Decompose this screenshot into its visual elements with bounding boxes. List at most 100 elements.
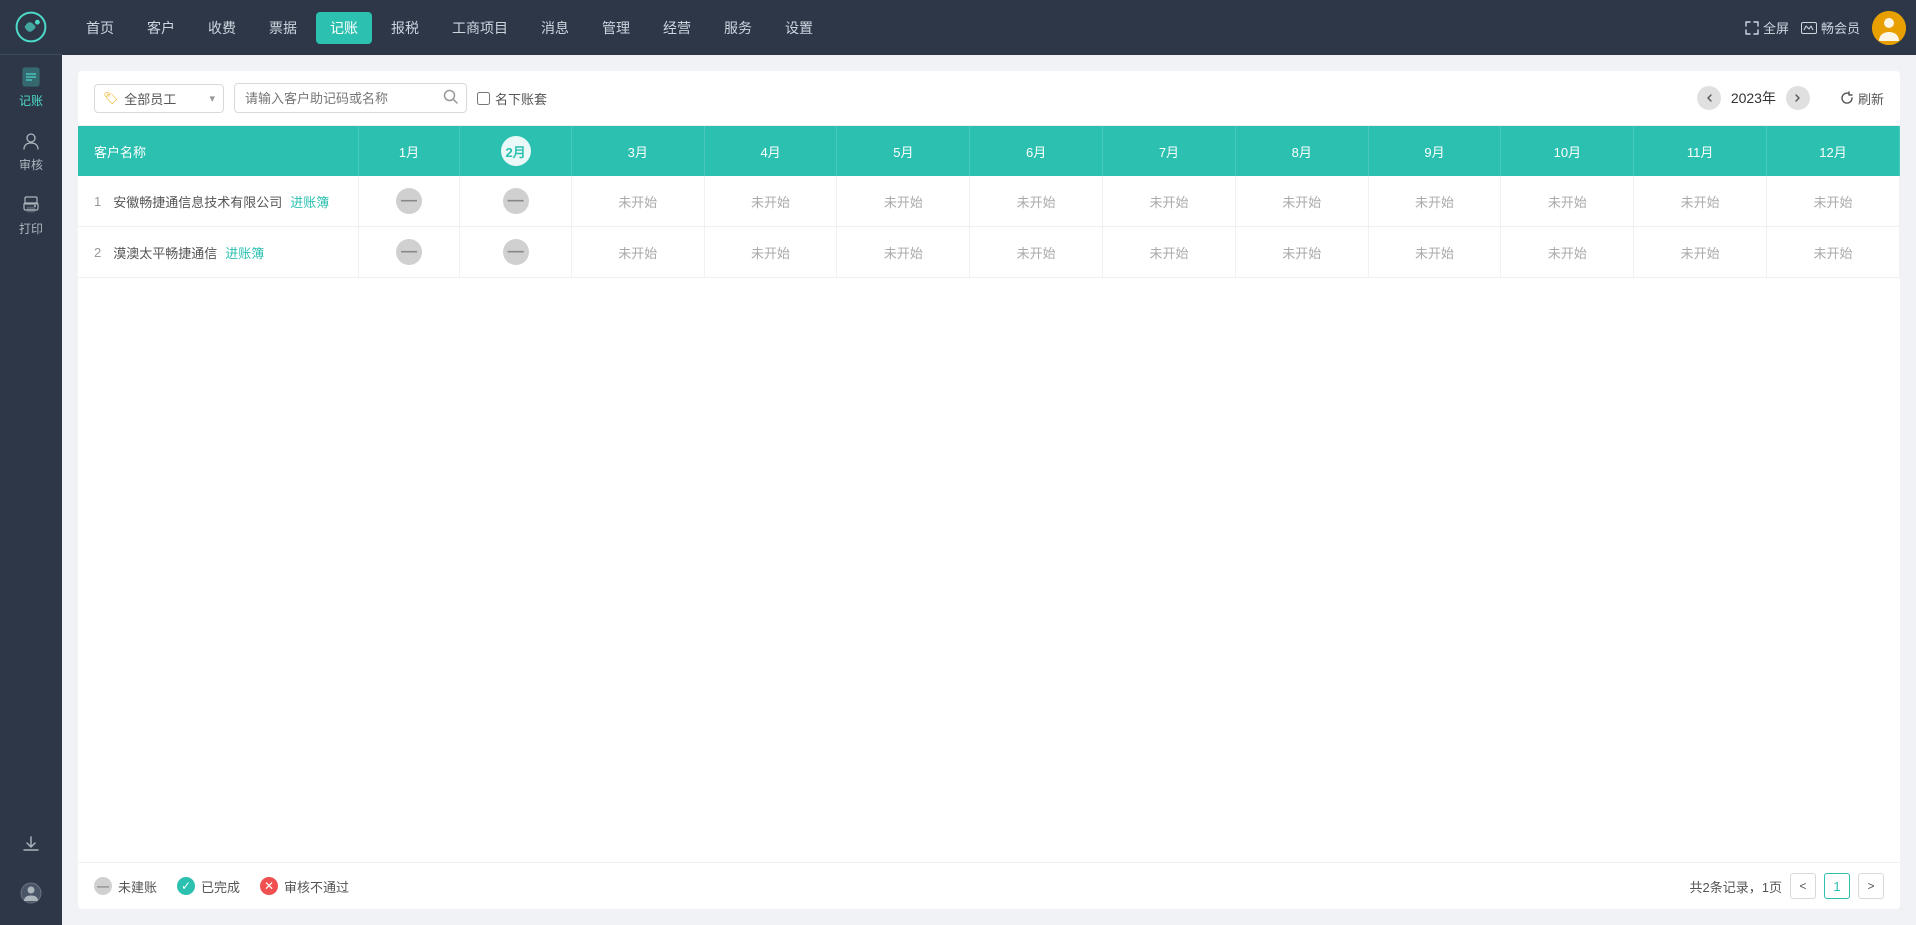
row2-oct: 未开始 <box>1501 227 1634 278</box>
vip-icon <box>1801 22 1817 34</box>
col-feb: 2月 <box>460 126 571 176</box>
col-jan: 1月 <box>358 126 460 176</box>
row1-mar: 未开始 <box>571 176 704 227</box>
user-avatar-icon <box>16 881 46 905</box>
sidebar-bottom <box>0 822 62 925</box>
search-box <box>234 83 467 113</box>
row1-dec: 未开始 <box>1767 176 1900 227</box>
row2-mar: 未开始 <box>571 227 704 278</box>
footer: — 未建账 ✓ 已完成 ✕ 审核不通过 共2条记录，1页 < 1 > <box>78 862 1900 909</box>
search-input[interactable] <box>235 86 435 111</box>
sidebar-label-dayin: 打印 <box>19 220 43 237</box>
data-table: 客户名称 1月 2月 3月 4月 5月 6月 7月 8月 9月 10月 11月 <box>78 126 1900 278</box>
employee-select[interactable]: 🏷 全部员工 ▾ <box>94 84 224 113</box>
sidebar-item-shenhe[interactable]: 审核 <box>0 119 62 183</box>
legend-teal-dot: ✓ <box>177 877 195 895</box>
user-avatar[interactable] <box>1872 11 1906 45</box>
row2-jul: 未开始 <box>1103 227 1236 278</box>
col-mar: 3月 <box>571 126 704 176</box>
minxia-label: 名下账套 <box>495 89 547 108</box>
top-nav: 首页 客户 收费 票据 记账 报税 工商项目 消息 管理 经营 服务 设置 全屏… <box>62 0 1916 55</box>
col-apr: 4月 <box>704 126 837 176</box>
main-card: 🏷 全部员工 ▾ 名下账套 <box>78 71 1900 909</box>
nav-guanli[interactable]: 管理 <box>588 12 644 44</box>
legend-not-built: — 未建账 <box>94 877 157 896</box>
total-label: 共2条记录，1页 <box>1690 877 1782 896</box>
next-year-button[interactable] <box>1786 86 1810 110</box>
col-may: 5月 <box>837 126 970 176</box>
row1-jan: — <box>358 176 460 227</box>
col-oct: 10月 <box>1501 126 1634 176</box>
employee-label: 全部员工 <box>124 89 176 108</box>
row2-may: 未开始 <box>837 227 970 278</box>
year-nav: 2023年 <box>1697 86 1810 110</box>
download-icon <box>16 832 46 856</box>
nav-xiaoxi[interactable]: 消息 <box>527 12 583 44</box>
col-aug: 8月 <box>1235 126 1368 176</box>
legend-grey-dot: — <box>94 877 112 895</box>
minxia-checkbox[interactable] <box>477 92 490 105</box>
row2-feb: — <box>460 227 571 278</box>
row2-jun: 未开始 <box>970 227 1103 278</box>
table-row: 1 安徽畅捷通信息技术有限公司 进账簿 — — 未开始 未开始 未开始 未开始 <box>78 176 1900 227</box>
row2-aug: 未开始 <box>1235 227 1368 278</box>
legend-completed: ✓ 已完成 <box>177 877 240 896</box>
nav-home[interactable]: 首页 <box>72 12 128 44</box>
minxia-checkbox-label[interactable]: 名下账套 <box>477 89 547 108</box>
row1-jul: 未开始 <box>1103 176 1236 227</box>
nav-fuwu[interactable]: 服务 <box>710 12 766 44</box>
next-page-button[interactable]: > <box>1858 873 1884 899</box>
col-dec: 12月 <box>1767 126 1900 176</box>
legend-not-built-label: 未建账 <box>118 877 157 896</box>
row2-enter-link[interactable]: 进账簿 <box>225 243 264 262</box>
year-label: 2023年 <box>1731 88 1776 108</box>
nav-charge[interactable]: 收费 <box>194 12 250 44</box>
legend-red-dot: ✕ <box>260 877 278 895</box>
sidebar-item-download[interactable] <box>0 822 62 866</box>
legend-rejected: ✕ 审核不通过 <box>260 877 349 896</box>
nav-baoshui[interactable]: 报税 <box>377 12 433 44</box>
dayin-icon <box>16 193 46 217</box>
row2-apr: 未开始 <box>704 227 837 278</box>
col-sep: 9月 <box>1368 126 1501 176</box>
fullscreen-label: 全屏 <box>1763 18 1789 37</box>
table-row: 2 漠澳太平畅捷通信 进账簿 — — 未开始 未开始 未开始 未开始 <box>78 227 1900 278</box>
nav-ticket[interactable]: 票据 <box>255 12 311 44</box>
nav-client[interactable]: 客户 <box>133 12 189 44</box>
row1-oct: 未开始 <box>1501 176 1634 227</box>
refresh-button[interactable]: 刷新 <box>1840 89 1884 108</box>
sidebar-item-dayin[interactable]: 打印 <box>0 183 62 247</box>
nav-gongshang[interactable]: 工商项目 <box>438 12 522 44</box>
sidebar: 记账 审核 打印 <box>0 0 62 925</box>
pagination: 共2条记录，1页 < 1 > <box>1690 873 1884 899</box>
sidebar-label-shenhe: 审核 <box>19 156 43 173</box>
row1-feb: — <box>460 176 571 227</box>
row1-enter-link[interactable]: 进账簿 <box>290 192 329 211</box>
main-area: 首页 客户 收费 票据 记账 报税 工商项目 消息 管理 经营 服务 设置 全屏… <box>62 0 1916 925</box>
sidebar-item-user[interactable] <box>0 871 62 915</box>
content-area: 🏷 全部员工 ▾ 名下账套 <box>62 55 1916 925</box>
prev-year-button[interactable] <box>1697 86 1721 110</box>
search-button[interactable] <box>435 84 466 112</box>
nav-right: 全屏 畅会员 <box>1745 11 1906 45</box>
row1-apr: 未开始 <box>704 176 837 227</box>
row2-nov: 未开始 <box>1634 227 1767 278</box>
sidebar-item-jizhang[interactable]: 记账 <box>0 55 62 119</box>
row1-jun: 未开始 <box>970 176 1103 227</box>
nav-shezhi[interactable]: 设置 <box>771 12 827 44</box>
vip-label: 畅会员 <box>1821 18 1860 37</box>
sidebar-logo <box>0 0 62 55</box>
jizhang-icon <box>16 65 46 89</box>
col-jul: 7月 <box>1103 126 1236 176</box>
prev-page-button[interactable]: < <box>1790 873 1816 899</box>
nav-jizhang[interactable]: 记账 <box>316 12 372 44</box>
toolbar: 🏷 全部员工 ▾ 名下账套 <box>78 71 1900 126</box>
nav-jingying[interactable]: 经营 <box>649 12 705 44</box>
vip-button[interactable]: 畅会员 <box>1801 18 1860 37</box>
table-wrap: 客户名称 1月 2月 3月 4月 5月 6月 7月 8月 9月 10月 11月 <box>78 126 1900 862</box>
row2-jan: — <box>358 227 460 278</box>
legend-completed-label: 已完成 <box>201 877 240 896</box>
shenhe-icon <box>16 129 46 153</box>
fullscreen-button[interactable]: 全屏 <box>1745 18 1789 37</box>
col-client: 客户名称 <box>78 126 358 176</box>
